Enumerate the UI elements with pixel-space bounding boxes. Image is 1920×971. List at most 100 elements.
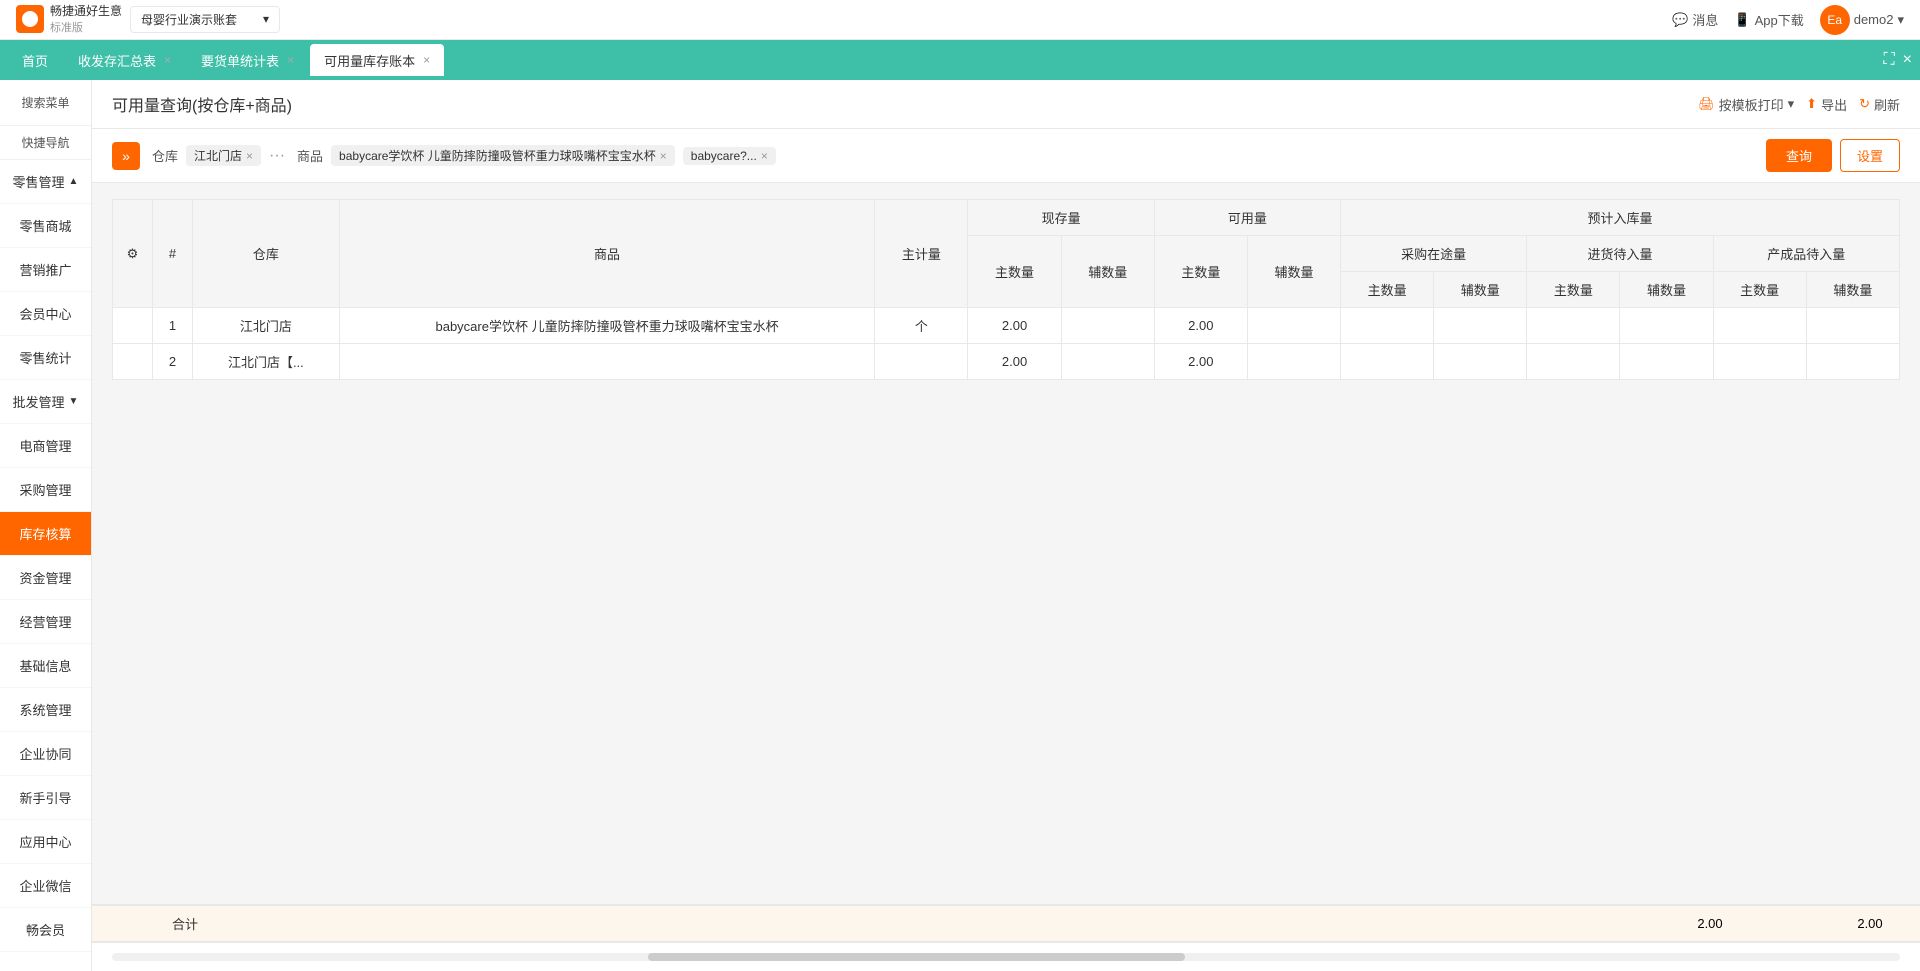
tab-income-summary-label: 收发存汇总表 (78, 51, 156, 70)
row-prod-sub (1806, 344, 1899, 380)
sidebar-item-business-label: 经营管理 (19, 615, 71, 630)
warehouse-more-btn[interactable]: ··· (269, 147, 285, 165)
avatar: Ea (1820, 5, 1850, 35)
sidebar-item-members[interactable]: 会员中心 (0, 292, 91, 336)
chevron-down-icon: ▾ (1897, 12, 1904, 28)
app-download-btn[interactable]: 📱 App下载 (1734, 10, 1803, 29)
product-tag1[interactable]: babycare学饮杯 儿童防摔防撞吸管杯重力球吸嘴杯宝宝水杯 × (331, 145, 675, 166)
sidebar-item-sys-mgmt[interactable]: 系统管理 (0, 688, 91, 732)
filter-bar: » 仓库 江北门店 × ··· 商品 babycare学饮杯 儿童防摔防撞吸管杯… (92, 129, 1920, 183)
svg-text:♦: ♦ (25, 15, 30, 26)
tab-home[interactable]: 首页 (8, 44, 62, 76)
sidebar-item-wholesale[interactable]: 批发管理 ▼ (0, 380, 91, 424)
sidebar-item-retail-stats[interactable]: 零售统计 (0, 336, 91, 380)
sidebar-item-vip[interactable]: 畅会员 (0, 908, 91, 952)
row-inbound-main (1527, 344, 1620, 380)
footer-avail-main: 2.00 (1840, 916, 1900, 931)
sidebar-item-business[interactable]: 经营管理 (0, 600, 91, 644)
industry-selector[interactable]: 母婴行业演示账套 ▾ (130, 6, 280, 33)
sidebar-item-sys-mgmt-label: 系统管理 (19, 703, 71, 718)
row-warehouse: 江北门店【... (193, 344, 340, 380)
message-btn[interactable]: 💬 消息 (1672, 10, 1718, 29)
warehouse-tag-remove[interactable]: × (246, 149, 253, 163)
industry-selector-value: 母婴行业演示账套 (141, 11, 237, 28)
sidebar-item-new-guide-label: 新手引导 (19, 791, 71, 806)
tab-income-summary-close[interactable]: × (164, 53, 171, 67)
chevron-down-icon: ▾ (263, 12, 269, 26)
sidebar-item-enterprise-wechat[interactable]: 企业微信 (0, 864, 91, 908)
row-settings[interactable] (113, 308, 153, 344)
row-warehouse: 江北门店 (193, 308, 340, 344)
settings-btn[interactable]: 设置 (1840, 139, 1900, 172)
th-settings[interactable]: ⚙ (113, 200, 153, 308)
warehouse-filter-group: 仓库 江北门店 × ··· (152, 145, 285, 166)
chevron-up-icon: ▲ (69, 176, 79, 187)
sidebar-search-btn[interactable]: 搜索菜单 (8, 90, 83, 115)
footer-values: 2.00 2.00 (1680, 916, 1900, 931)
print-template-btn[interactable]: 🖨 按模板打印 ▾ (1698, 95, 1794, 114)
data-table: ⚙ # 仓库 商品 主计量 现存量 可用量 预计入库量 主数量 辅数量 主数量 … (112, 199, 1900, 380)
row-purchase-main (1341, 308, 1434, 344)
sidebar-item-procurement[interactable]: 采购管理 (0, 468, 91, 512)
sidebar-item-enterprise[interactable]: 企业协同 (0, 732, 91, 776)
product-tag1-remove[interactable]: × (660, 149, 667, 163)
query-btn[interactable]: 查询 (1766, 139, 1832, 172)
th-avail-main: 主数量 (1154, 236, 1247, 308)
main-layout: 搜索菜单 快捷导航 零售管理 ▲ 零售商城 营销推广 会员中心 零售统计 批发管… (0, 80, 1920, 971)
sidebar-quick-nav[interactable]: 快捷导航 (0, 126, 91, 160)
sidebar-item-basic-info[interactable]: 基础信息 (0, 644, 91, 688)
export-btn[interactable]: ⬆ 导出 (1806, 95, 1847, 114)
user-menu[interactable]: Ea demo2 ▾ (1820, 5, 1904, 35)
row-avail-sub (1247, 308, 1340, 344)
table-row[interactable]: 1 江北门店 babycare学饮杯 儿童防摔防撞吸管杯重力球吸嘴杯宝宝水杯 个… (113, 308, 1900, 344)
row-stock-main: 2.00 (968, 344, 1061, 380)
sidebar-item-ecommerce[interactable]: 电商管理 (0, 424, 91, 468)
sidebar-item-marketing-label: 营销推广 (19, 263, 71, 278)
sidebar-item-enterprise-label: 企业协同 (19, 747, 71, 762)
tab-income-summary[interactable]: 收发存汇总表 × (64, 44, 185, 76)
th-inbound-main: 主数量 (1527, 272, 1620, 308)
table-row[interactable]: 2 江北门店【... 2.00 2.00 (113, 344, 1900, 380)
sidebar-item-enterprise-wechat-label: 企业微信 (19, 879, 71, 894)
sidebar-item-inventory[interactable]: 库存核算 (0, 512, 91, 556)
th-group-purchase: 采购在途量 (1341, 236, 1527, 272)
sidebar-item-finance-label: 资金管理 (19, 571, 71, 586)
tab-fullscreen-btn[interactable]: ⛶ (1883, 51, 1894, 69)
th-warehouse: 仓库 (193, 200, 340, 308)
logo-text: 畅捷通好生意 (50, 4, 122, 18)
tab-close-all-btn[interactable]: × (1903, 51, 1912, 69)
tab-order-stats[interactable]: 要货单统计表 × (187, 44, 308, 76)
th-stock-sub: 辅数量 (1061, 236, 1154, 308)
sidebar-item-marketing[interactable]: 营销推广 (0, 248, 91, 292)
sidebar-item-retail-mall[interactable]: 零售商城 (0, 204, 91, 248)
refresh-btn[interactable]: ↻ 刷新 (1859, 95, 1900, 114)
print-template-label: 按模板打印 (1719, 95, 1784, 114)
sidebar-item-new-guide[interactable]: 新手引导 (0, 776, 91, 820)
export-icon: ⬆ (1806, 96, 1817, 112)
product-tag2-remove[interactable]: × (761, 149, 768, 163)
tab-order-stats-close[interactable]: × (287, 53, 294, 67)
print-icon: 🖨 (1698, 96, 1715, 112)
row-settings[interactable] (113, 344, 153, 380)
message-icon: 💬 (1672, 12, 1688, 28)
app-download-label: App下载 (1755, 10, 1804, 29)
th-main-unit: 主计量 (875, 200, 968, 308)
th-inbound-sub: 辅数量 (1620, 272, 1713, 308)
sidebar-item-finance[interactable]: 资金管理 (0, 556, 91, 600)
scroll-thumb[interactable] (648, 953, 1184, 961)
tab-available-inventory[interactable]: 可用量库存账本 × (310, 44, 444, 76)
sidebar-item-retail-mgmt[interactable]: 零售管理 ▲ (0, 160, 91, 204)
sidebar-item-wholesale-label: 批发管理 (13, 392, 65, 411)
filter-expand-btn[interactable]: » (112, 142, 140, 170)
tab-available-inventory-close[interactable]: × (423, 53, 430, 67)
product-tag2[interactable]: babycare?... × (683, 147, 776, 165)
th-purchase-sub: 辅数量 (1434, 272, 1527, 308)
username: demo2 (1854, 12, 1894, 27)
th-prod-main: 主数量 (1713, 272, 1806, 308)
page-title: 可用量查询(按仓库+商品) (112, 92, 292, 116)
warehouse-tag[interactable]: 江北门店 × (186, 145, 261, 166)
th-index: # (153, 200, 193, 308)
logo-sub: 标准版 (50, 19, 122, 35)
horizontal-scrollbar[interactable] (112, 953, 1900, 961)
sidebar-item-app-center[interactable]: 应用中心 (0, 820, 91, 864)
